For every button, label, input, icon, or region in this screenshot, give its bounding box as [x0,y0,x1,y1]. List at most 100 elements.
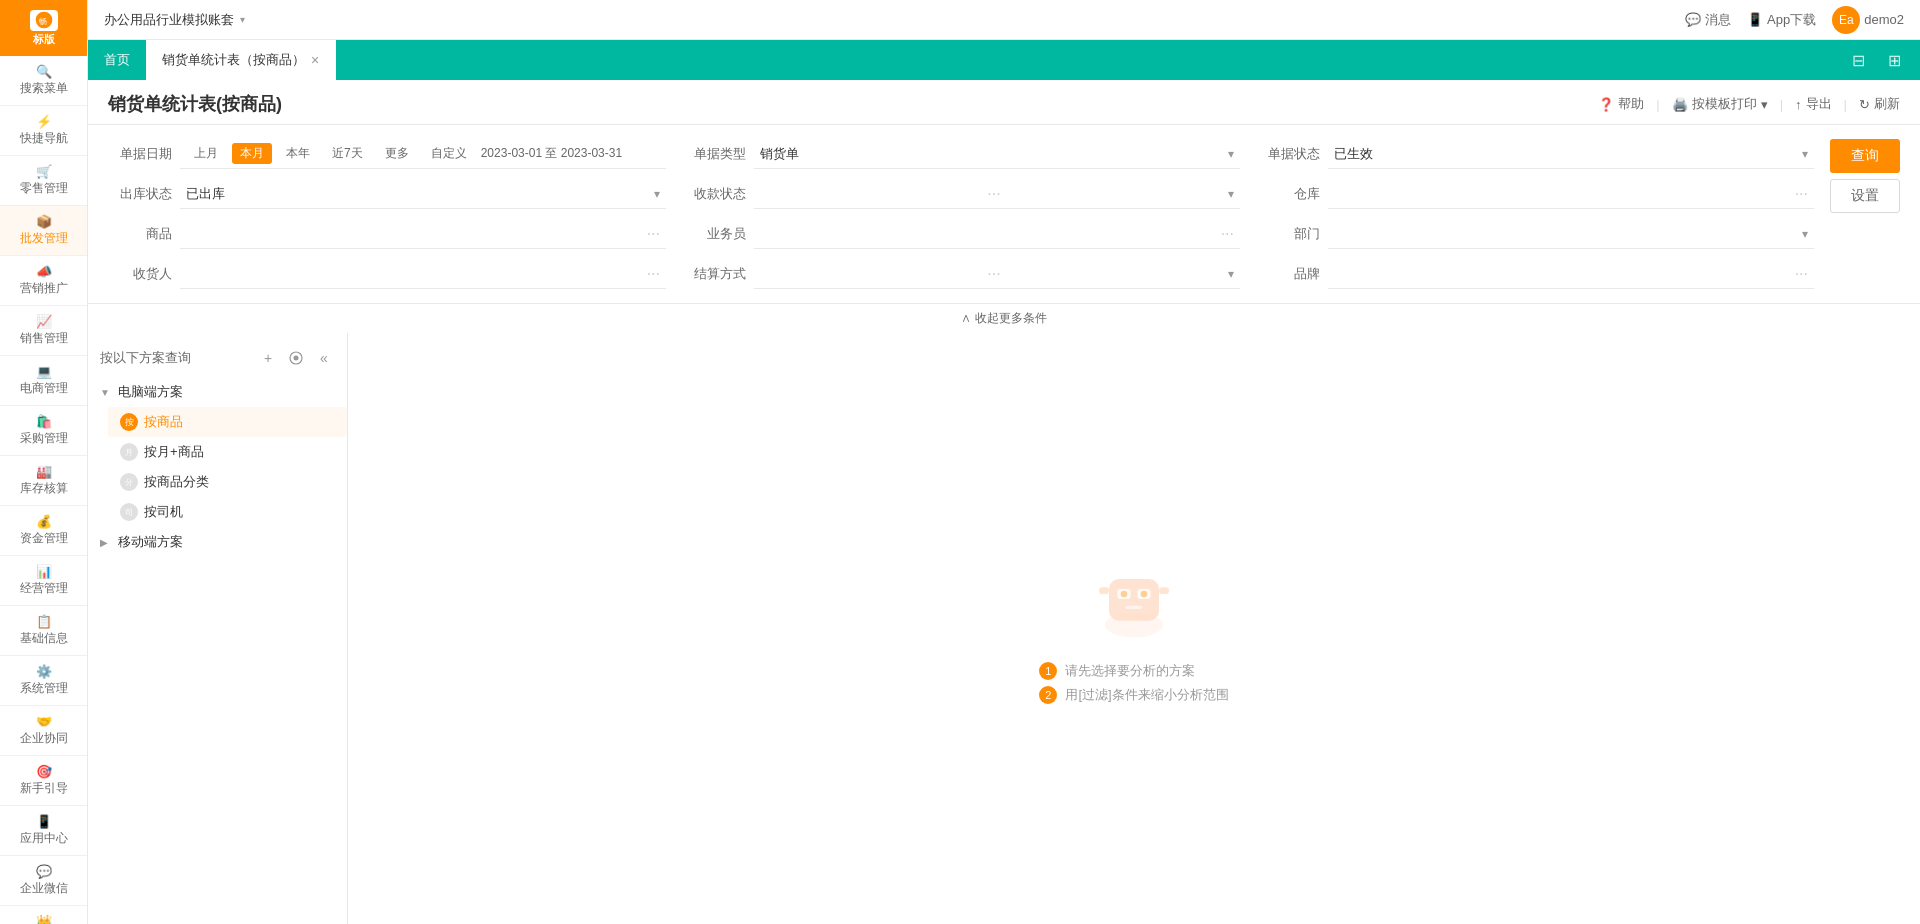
date-7days-btn[interactable]: 近7天 [324,143,371,164]
tree-arrow-pc: ▼ [100,387,112,398]
filter-row-1: 单据日期 上月 本月 本年 近7天 更多 自定义 2023-03-01 至 20… [108,139,1814,169]
print-label: 按模板打印 [1692,95,1757,113]
date-this-year-btn[interactable]: 本年 [278,143,318,164]
message-btn[interactable]: 💬 消息 [1685,11,1731,29]
by-cashier-label: 按司机 [144,503,183,521]
sidebar-item-finance[interactable]: 💰 资金管理 [0,506,87,556]
sidebar-item-system[interactable]: ⚙️ 系统管理 [0,656,87,706]
payment-status-value[interactable]: ··· ▾ [754,179,1240,209]
logo[interactable]: 畅 标版 [0,0,87,56]
help-btn[interactable]: ❓ 帮助 [1598,95,1644,113]
dept-value[interactable]: ▾ [1328,219,1814,249]
payment-dots[interactable]: ··· [987,185,1000,203]
add-scheme-btn[interactable]: + [257,347,279,369]
salesman-value[interactable]: ··· [754,219,1240,249]
settings-btn[interactable]: 设置 [1830,179,1900,213]
filter-row-3: 商品 ··· 业务员 ··· [108,219,1814,249]
workspace-selector[interactable]: 办公用品行业模拟账套 ▾ [104,11,245,29]
date-filter-value[interactable]: 上月 本月 本年 近7天 更多 自定义 2023-03-01 至 2023-03… [180,139,666,169]
collapse-bar[interactable]: ∧ 收起更多条件 [88,303,1920,333]
tree-child-by-month-goods[interactable]: 月 按月+商品 [108,437,347,467]
tree-child-by-category[interactable]: 分 按商品分类 [108,467,347,497]
user-info[interactable]: Ea demo2 [1832,6,1904,34]
goods-dots[interactable]: ··· [647,225,660,243]
sidebar-label-ops: 经营管理 [20,581,68,597]
doc-type-label: 单据类型 [682,145,754,163]
sidebar-item-retail[interactable]: 🛒 零售管理 [0,156,87,206]
sidebar-item-wholesale[interactable]: 📦 批发管理 [0,206,87,256]
tree-label-pc: 电脑端方案 [118,383,183,401]
date-last-month-btn[interactable]: 上月 [186,143,226,164]
app-download-btn[interactable]: 📱 App下载 [1747,11,1816,29]
receiver-value[interactable]: ··· [180,259,666,289]
filter-col-outstatus: 出库状态 已出库 ▾ [108,179,666,209]
brand-dots[interactable]: ··· [1795,265,1808,283]
sidebar-item-search[interactable]: 🔍 搜索菜单 [0,56,87,106]
dept-arrow[interactable]: ▾ [1802,227,1808,241]
settle-dots[interactable]: ··· [987,265,1000,283]
tree-arrow-mobile: ▶ [100,537,112,548]
sidebar-item-quicknav[interactable]: ⚡ 快捷导航 [0,106,87,156]
sidebar-item-purchase[interactable]: 🛍️ 采购管理 [0,406,87,456]
doc-type-value[interactable]: 销货单 ▾ [754,139,1240,169]
sidebar-item-marketing[interactable]: 📣 营销推广 [0,256,87,306]
tab-maximize-btn[interactable]: ⊞ [1880,46,1908,74]
app-download-label: App下载 [1767,11,1816,29]
export-icon: ↑ [1795,97,1802,112]
doc-status-value[interactable]: 已生效 ▾ [1328,139,1814,169]
refresh-label: 刷新 [1874,95,1900,113]
sidebar-item-guide[interactable]: 🎯 新手引导 [0,756,87,806]
tab-active-label: 销货单统计表（按商品） [162,51,305,69]
tree-child-by-cashier[interactable]: 司 按司机 [108,497,347,527]
sidebar-item-sales[interactable]: 📈 销售管理 [0,306,87,356]
sidebar: 畅 标版 🔍 搜索菜单 ⚡ 快捷导航 🛒 零售管理 📦 批发管理 📣 营销推广 … [0,0,88,924]
settle-value[interactable]: ··· ▾ [754,259,1240,289]
logo-text: 标版 [33,33,55,46]
sidebar-item-collab[interactable]: 🤝 企业协同 [0,706,87,756]
sidebar-item-ops[interactable]: 📊 经营管理 [0,556,87,606]
print-arrow: ▾ [1761,97,1768,112]
sidebar-item-basic[interactable]: 📋 基础信息 [0,606,87,656]
date-this-month-btn[interactable]: 本月 [232,143,272,164]
tree-parent-pc[interactable]: ▼ 电脑端方案 [88,377,347,407]
sidebar-item-member[interactable]: 👑 畅会员 [0,906,87,924]
warehouse-value[interactable]: ··· [1328,179,1814,209]
date-custom-btn[interactable]: 自定义 [423,143,475,164]
out-status-arrow[interactable]: ▾ [654,187,660,201]
doc-status-arrow[interactable]: ▾ [1802,147,1808,161]
export-btn[interactable]: ↑ 导出 [1795,95,1832,113]
app-download-icon: 📱 [1747,12,1763,27]
payment-arrow[interactable]: ▾ [1228,187,1234,201]
refresh-btn[interactable]: ↻ 刷新 [1859,95,1900,113]
goods-value[interactable]: ··· [180,219,666,249]
salesman-dots[interactable]: ··· [1221,225,1234,243]
print-btn[interactable]: 🖨️ 按模板打印 ▾ [1672,95,1768,113]
doc-type-arrow[interactable]: ▾ [1228,147,1234,161]
collapse-panel-btn[interactable]: « [313,347,335,369]
tree-parent-mobile[interactable]: ▶ 移动端方案 [88,527,347,557]
tab-active[interactable]: 销货单统计表（按商品） × [146,40,336,80]
sidebar-item-inventory[interactable]: 🏭 库存核算 [0,456,87,506]
sidebar-item-apps[interactable]: 📱 应用中心 [0,806,87,856]
logo-icon: 畅 [30,10,58,31]
tree-child-by-goods[interactable]: 按 按商品 [108,407,347,437]
settle-arrow[interactable]: ▾ [1228,267,1234,281]
sidebar-item-ecom[interactable]: 💻 电商管理 [0,356,87,406]
receiver-label: 收货人 [108,265,180,283]
top-header: 办公用品行业模拟账套 ▾ 💬 消息 📱 App下载 Ea demo2 [88,0,1920,40]
tab-close-icon[interactable]: × [311,52,319,68]
out-status-value[interactable]: 已出库 ▾ [180,179,666,209]
warehouse-dots[interactable]: ··· [1795,185,1808,203]
empty-illustration [1084,554,1184,654]
edit-scheme-btn[interactable] [285,347,307,369]
tab-home[interactable]: 首页 [88,40,146,80]
apps-icon: 📱 [36,814,52,829]
tab-minimize-btn[interactable]: ⊟ [1844,46,1872,74]
btn-group: 查询 设置 [1830,139,1900,213]
receiver-dots[interactable]: ··· [647,265,660,283]
query-btn[interactable]: 查询 [1830,139,1900,173]
date-more-btn[interactable]: 更多 [377,143,417,164]
filter-col-receiver: 收货人 ··· [108,259,666,289]
brand-value[interactable]: ··· [1328,259,1814,289]
sidebar-item-wechat[interactable]: 💬 企业微信 [0,856,87,906]
